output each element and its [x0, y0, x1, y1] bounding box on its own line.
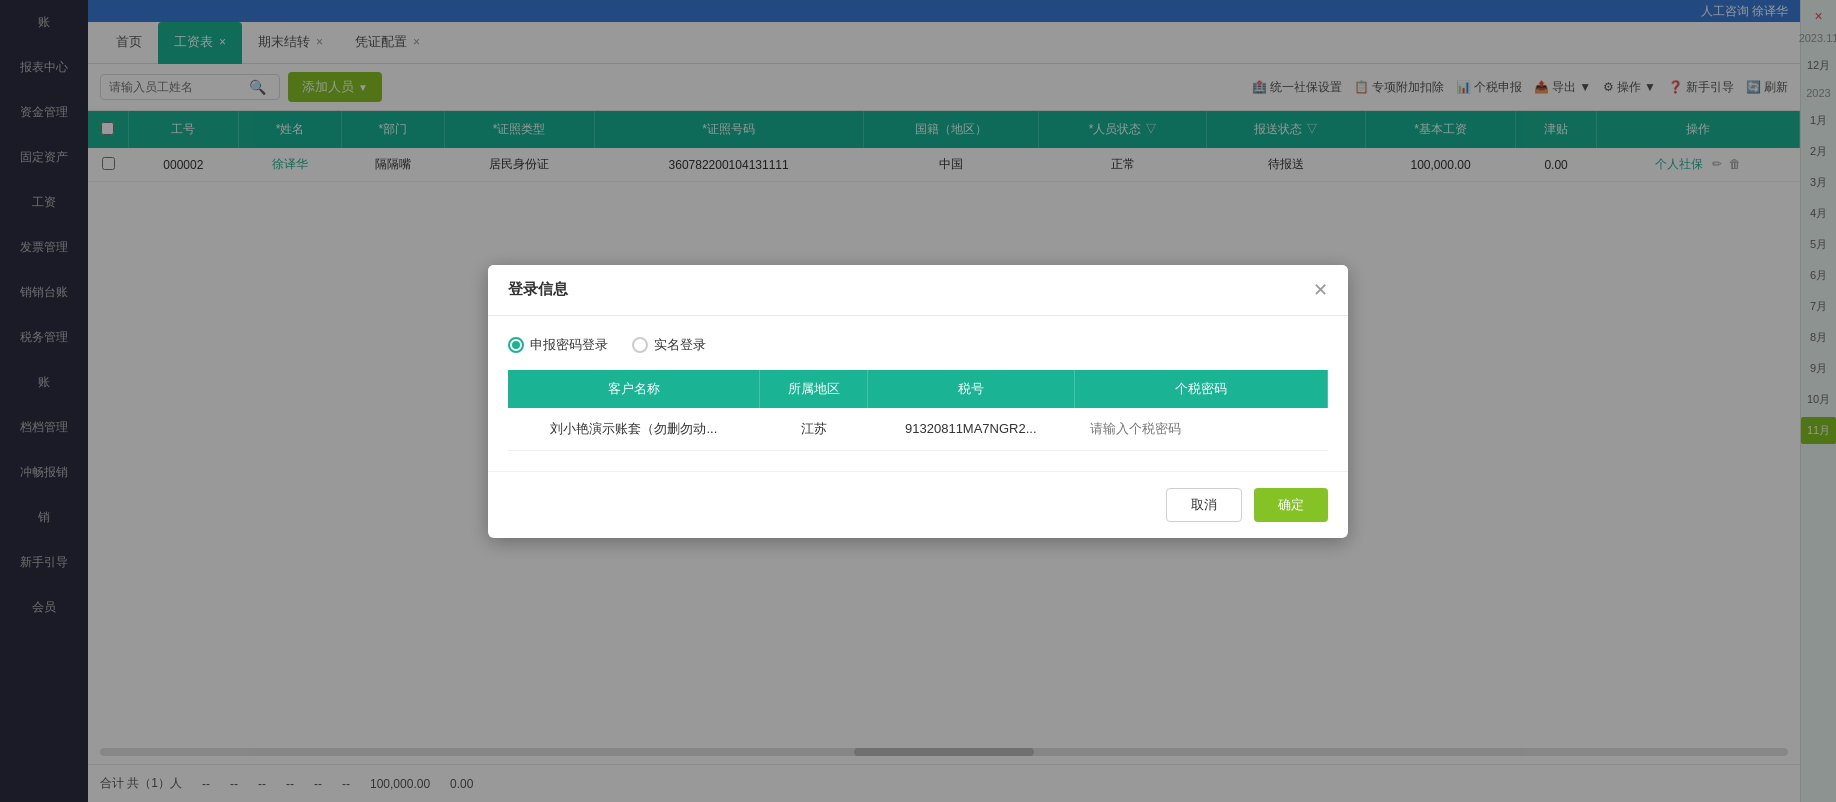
radio-password-circle [508, 337, 524, 353]
client-password-cell[interactable] [1074, 408, 1327, 451]
modal-overlay: 登录信息 ✕ 申报密码登录 实名登录 客户名称 [0, 0, 1836, 802]
dialog-title: 登录信息 [508, 280, 568, 299]
dialog-close-btn[interactable]: ✕ [1313, 279, 1328, 301]
dialog-header: 登录信息 ✕ [488, 265, 1348, 316]
confirm-button[interactable]: 确定 [1254, 488, 1328, 522]
dialog-footer: 取消 确定 [488, 471, 1348, 538]
login-type-radio-group: 申报密码登录 实名登录 [508, 336, 1328, 354]
radio-realname-login[interactable]: 实名登录 [632, 336, 706, 354]
login-dialog: 登录信息 ✕ 申报密码登录 实名登录 客户名称 [488, 265, 1348, 538]
client-tax-number-cell: 91320811MA7NGR2... [867, 408, 1074, 451]
radio-password-login[interactable]: 申报密码登录 [508, 336, 608, 354]
tax-password-input[interactable] [1090, 421, 1311, 436]
dialog-body: 申报密码登录 实名登录 客户名称 所属地区 税号 个税密码 [488, 316, 1348, 471]
client-name-cell: 刘小艳演示账套（勿删勿动... [508, 408, 760, 451]
client-table: 客户名称 所属地区 税号 个税密码 刘小艳演示账套（勿删勿动... 江苏 913… [508, 370, 1328, 451]
col-client-name: 客户名称 [508, 370, 760, 408]
client-table-row: 刘小艳演示账套（勿删勿动... 江苏 91320811MA7NGR2... [508, 408, 1328, 451]
cancel-button[interactable]: 取消 [1166, 488, 1242, 522]
radio-realname-circle [632, 337, 648, 353]
col-region: 所属地区 [760, 370, 868, 408]
client-region-cell: 江苏 [760, 408, 868, 451]
col-tax-password: 个税密码 [1074, 370, 1327, 408]
col-tax-number: 税号 [867, 370, 1074, 408]
